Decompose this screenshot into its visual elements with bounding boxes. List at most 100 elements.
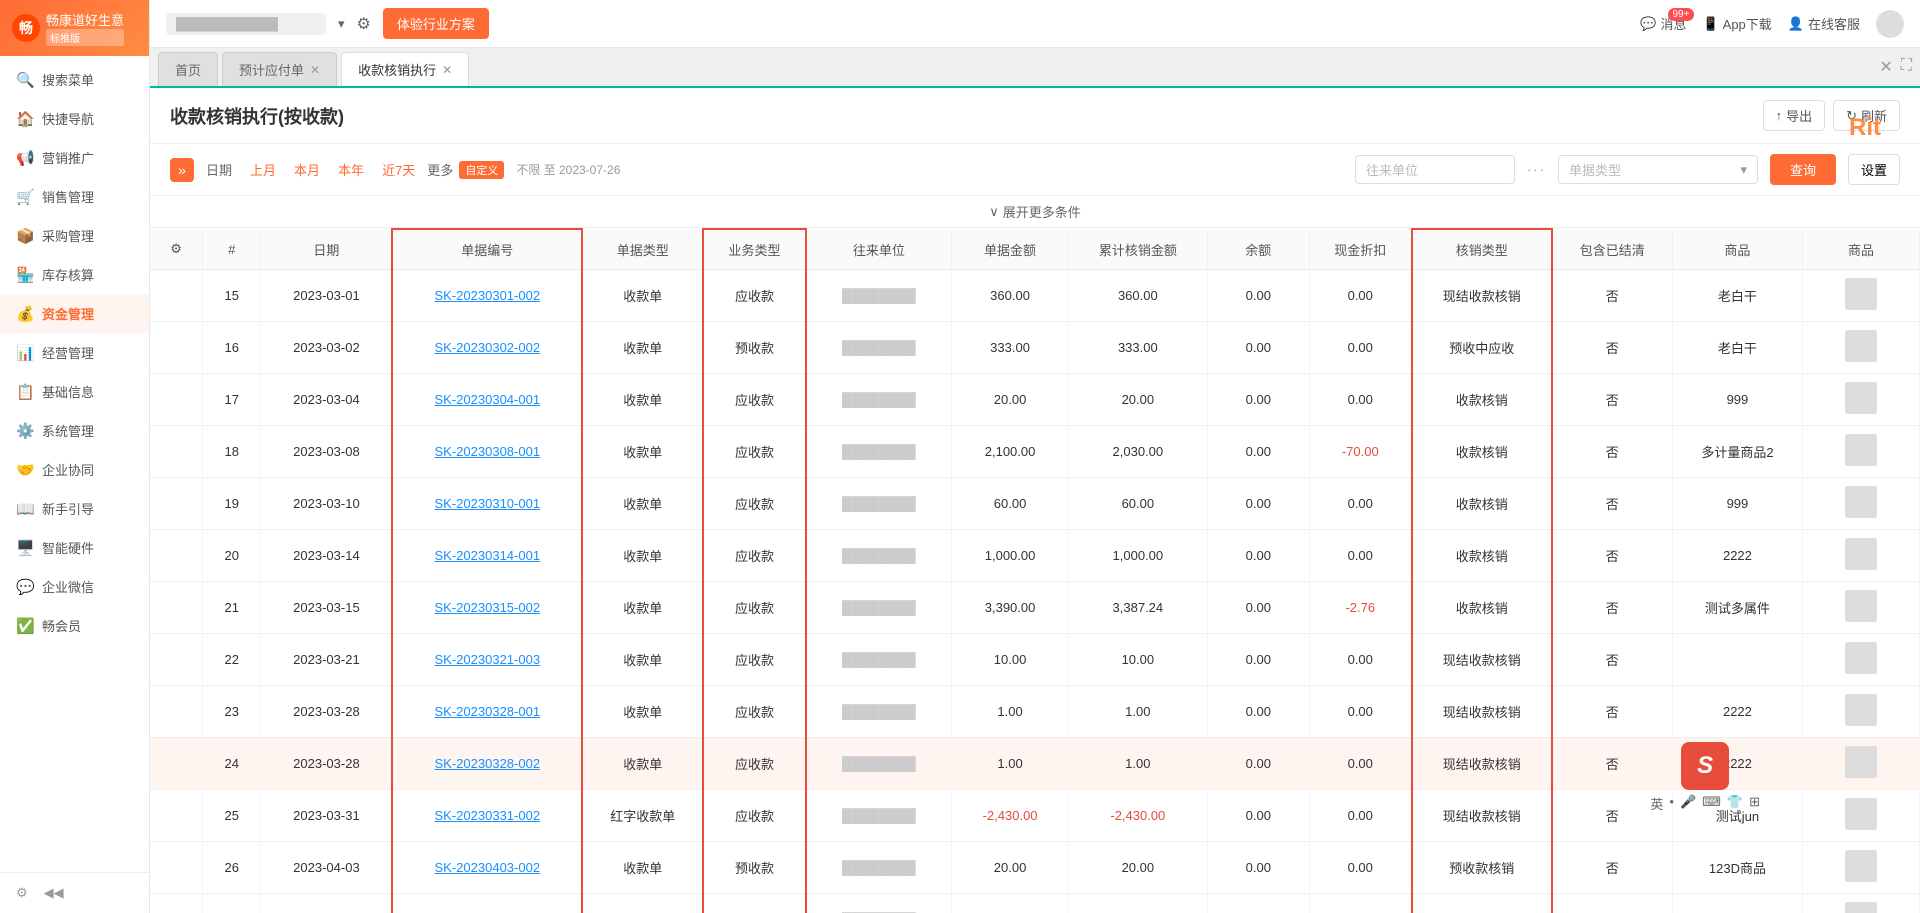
cell-goods2: [1803, 738, 1920, 790]
export-btn[interactable]: ↑ 导出: [1763, 100, 1826, 131]
system-icon: ⚙️: [16, 422, 34, 440]
cell-amount: 333.00: [952, 322, 1069, 374]
user-avatar[interactable]: [1876, 10, 1904, 38]
cell-balance: 0.00: [1207, 634, 1309, 686]
expand-more-btn[interactable]: ∨ 展开更多条件: [989, 202, 1081, 221]
cell-docno[interactable]: SK-20230315-002: [392, 582, 582, 634]
cell-rownum: 16: [203, 322, 261, 374]
sidebar-item-shortcut[interactable]: 🏠 快捷导航: [0, 99, 149, 138]
cell-canceltype: 收款核销: [1412, 530, 1552, 582]
inventory-icon: 🏪: [16, 266, 34, 284]
cell-goods: 衣服00001: [1672, 894, 1802, 913]
cell-biztype: 应收款: [703, 478, 805, 530]
sidebar-item-sales[interactable]: 🛒 销售管理: [0, 177, 149, 216]
cell-docno[interactable]: SK-20230302-002: [392, 322, 582, 374]
tab-receivable[interactable]: 收款核销执行 ✕: [341, 52, 469, 86]
cell-docno[interactable]: SK-20230321-003: [392, 634, 582, 686]
cell-discount: -70.00: [1309, 426, 1411, 478]
topbar-right: 💬 消息 99+ 📱 App下载 👤 在线客服: [1640, 10, 1904, 38]
cell-date: 2023-03-08: [261, 426, 392, 478]
topbar: ████████████ ▾ ⚙ 体验行业方案 💬 消息 99+ 📱 App下载…: [150, 0, 1920, 48]
filter-type-select[interactable]: 单据类型 ▾: [1558, 155, 1758, 184]
cell-biztype: 应收款: [703, 374, 805, 426]
sidebar-item-purchase[interactable]: 📦 采购管理: [0, 216, 149, 255]
filter-custom-btn[interactable]: 自定义: [459, 161, 504, 179]
cell-docno[interactable]: SK-20230308-001: [392, 426, 582, 478]
sidebar-item-finance[interactable]: 💰 资金管理: [0, 294, 149, 333]
cell-docno[interactable]: SK-20230310-001: [392, 478, 582, 530]
sidebar-item-inventory[interactable]: 🏪 库存核算: [0, 255, 149, 294]
app-download-btn[interactable]: 📱 App下载: [1702, 14, 1771, 33]
filter-date-label: 日期: [206, 160, 232, 179]
cell-canceltype: 现结收款核销: [1412, 686, 1552, 738]
cell-cumulative: 10.00: [1068, 634, 1207, 686]
cell-docno[interactable]: SK-20230403-002: [392, 842, 582, 894]
cell-docno[interactable]: SK-20230328-001: [392, 686, 582, 738]
filter-7days-btn[interactable]: 近7天: [376, 158, 421, 181]
close-all-btn[interactable]: ✕: [1879, 57, 1892, 77]
table-row: 242023-03-28SK-20230328-002收款单应收款███████…: [150, 738, 1920, 790]
tab-payable[interactable]: 预计应付单 ✕: [222, 52, 337, 86]
filter-this-month-btn[interactable]: 本月: [288, 158, 326, 181]
filter-this-year-btn[interactable]: 本年: [332, 158, 370, 181]
sidebar-item-label: 畅会员: [42, 616, 81, 635]
settings-btn[interactable]: 设置: [1848, 154, 1900, 185]
tab-payable-close[interactable]: ✕: [310, 63, 320, 77]
cell-amount: 10.00: [952, 634, 1069, 686]
cell-discount: -2.76: [1309, 582, 1411, 634]
sidebar-collapse-icon[interactable]: ◀◀: [44, 885, 64, 901]
table-row: 252023-03-31SK-20230331-002红字收款单应收款█████…: [150, 790, 1920, 842]
tab-home[interactable]: 首页: [158, 52, 218, 86]
cell-discount: 0.00: [1309, 270, 1411, 322]
message-btn[interactable]: 💬 消息 99+: [1640, 14, 1686, 33]
logo-badge: 标推版: [46, 29, 124, 46]
query-btn[interactable]: 查询: [1770, 154, 1836, 185]
filter-last-month-btn[interactable]: 上月: [244, 158, 282, 181]
sidebar-item-system[interactable]: ⚙️ 系统管理: [0, 411, 149, 450]
expand-tab-btn[interactable]: ⛶: [1901, 57, 1912, 77]
filter-toggle-btn[interactable]: »: [170, 158, 194, 182]
sidebar-item-marketing[interactable]: 📢 营销推广: [0, 138, 149, 177]
industry-btn[interactable]: 体验行业方案: [383, 8, 489, 39]
th-cumulative: 累计核销金额: [1068, 229, 1207, 270]
cell-docno[interactable]: SK-20230408-001: [392, 894, 582, 913]
dropdown-icon[interactable]: ▾: [338, 16, 345, 32]
cell-docno[interactable]: SK-20230314-001: [392, 530, 582, 582]
sidebar-settings-icon[interactable]: ⚙: [16, 885, 28, 901]
sidebar-item-basic[interactable]: 📋 基础信息: [0, 372, 149, 411]
sidebar-item-label: 企业微信: [42, 577, 94, 596]
table-container[interactable]: ⚙ # 日期 单据编号 单据类型 业务类型 往来单位 单据金额 累计核销金额 余…: [150, 228, 1920, 913]
purchase-icon: 📦: [16, 227, 34, 245]
sidebar-item-wechat[interactable]: 💬 企业微信: [0, 567, 149, 606]
filter-type-placeholder: 单据类型: [1569, 160, 1621, 179]
th-settings[interactable]: ⚙: [150, 229, 203, 270]
filter-more-btn[interactable]: 更多: [427, 160, 453, 179]
sidebar-item-search[interactable]: 🔍 搜索菜单: [0, 60, 149, 99]
cell-goods2: [1803, 842, 1920, 894]
cell-docno[interactable]: SK-20230304-001: [392, 374, 582, 426]
filter-unit-input[interactable]: 往来单位: [1355, 155, 1515, 184]
sidebar-item-guide[interactable]: 📖 新手引导: [0, 489, 149, 528]
cell-goods: [1672, 634, 1802, 686]
cell-include: 否: [1552, 738, 1672, 790]
gear-icon[interactable]: ⚙: [357, 14, 371, 34]
cell-docno[interactable]: SK-20230328-002: [392, 738, 582, 790]
app-label: App下载: [1723, 14, 1772, 33]
service-btn[interactable]: 👤 在线客服: [1788, 14, 1860, 33]
sidebar-item-enterprise[interactable]: 🤝 企业协同: [0, 450, 149, 489]
expand-more-label: 展开更多条件: [1003, 202, 1081, 221]
sidebar-item-operation[interactable]: 📊 经营管理: [0, 333, 149, 372]
tab-receivable-close[interactable]: ✕: [442, 63, 452, 77]
cell-canceltype: 现结收款核销: [1412, 634, 1552, 686]
cell-settings: [150, 634, 203, 686]
cell-settings: [150, 374, 203, 426]
cell-docno[interactable]: SK-20230331-002: [392, 790, 582, 842]
cell-goods2: [1803, 270, 1920, 322]
sidebar-item-hardware[interactable]: 🖥️ 智能硬件: [0, 528, 149, 567]
sidebar-item-member[interactable]: ✅ 畅会员: [0, 606, 149, 645]
cell-include: 否: [1552, 582, 1672, 634]
cell-docno[interactable]: SK-20230301-002: [392, 270, 582, 322]
filter-date-range: 不限 至 2023-07-26: [516, 161, 620, 178]
cell-goods: 测试jun: [1672, 790, 1802, 842]
cell-goods: 老白干: [1672, 322, 1802, 374]
